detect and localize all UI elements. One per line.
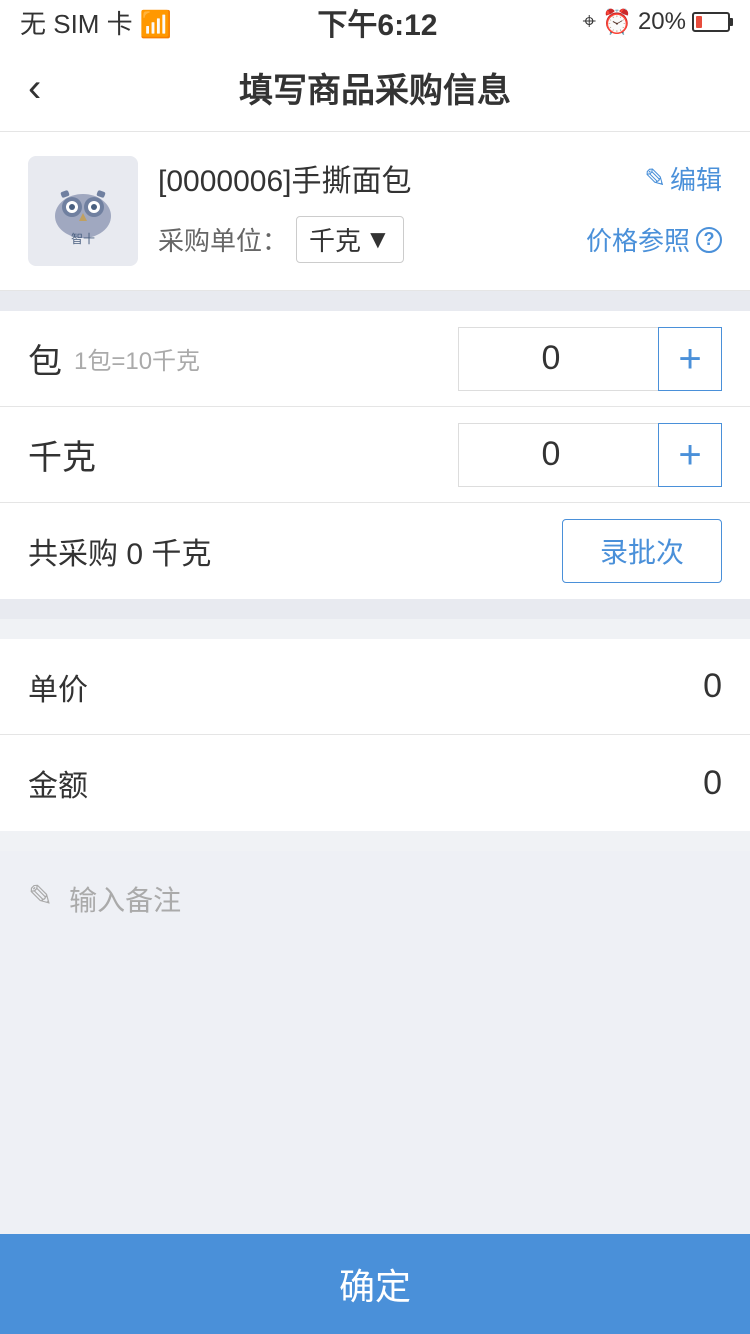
- unit-label: 采购单位：: [158, 221, 288, 258]
- kg-quantity-input[interactable]: [458, 423, 658, 487]
- product-card: 智十 [0000006]手撕面包 ✎ 编辑 采购单位： 千克 ▼ 价格参照 ?: [0, 132, 750, 291]
- unit-price-value: 0: [703, 667, 722, 706]
- location-icon: ⌖: [583, 8, 597, 36]
- svg-text:智十: 智十: [71, 231, 95, 246]
- kg-plus-button[interactable]: +: [658, 423, 722, 487]
- amount-value: 0: [703, 764, 722, 803]
- kg-input-row: 千克 +: [0, 407, 750, 503]
- product-name-row: [0000006]手撕面包 ✎ 编辑: [158, 156, 722, 200]
- unit-price-label: 单价: [28, 665, 88, 709]
- edit-button[interactable]: ✎ 编辑: [644, 160, 722, 197]
- unit-row: 采购单位： 千克 ▼ 价格参照 ?: [158, 216, 722, 263]
- pencil-icon: ✎: [28, 879, 53, 914]
- page-title: 填写商品采购信息: [239, 63, 511, 112]
- package-unit-label: 包: [28, 334, 62, 383]
- notes-section[interactable]: ✎ 输入备注: [0, 851, 750, 1011]
- product-info: [0000006]手撕面包 ✎ 编辑 采购单位： 千克 ▼ 价格参照 ?: [158, 156, 722, 263]
- section-divider-1: [0, 291, 750, 311]
- help-icon: ?: [696, 227, 722, 253]
- price-reference-button[interactable]: 价格参照 ?: [586, 221, 722, 258]
- product-name: [0000006]手撕面包: [158, 156, 411, 200]
- confirm-button[interactable]: 确定: [0, 1234, 750, 1334]
- unit-price-row: 单价 0: [0, 639, 750, 735]
- record-batch-button[interactable]: 录批次: [562, 519, 722, 583]
- status-icons: ⌖ ⏰ 20%: [583, 8, 730, 37]
- input-section: 包 1包=10千克 + 千克 + 共采购 0 千克 录批次: [0, 311, 750, 599]
- product-thumbnail: 智十: [28, 156, 138, 266]
- unit-select[interactable]: 千克 ▼: [296, 216, 404, 263]
- nav-bar: ‹ 填写商品采购信息: [0, 44, 750, 132]
- section-divider-2: [0, 599, 750, 619]
- package-input-row: 包 1包=10千克 +: [0, 311, 750, 407]
- confirm-label: 确定: [339, 1258, 411, 1310]
- battery-icon: [692, 12, 730, 32]
- chevron-down-icon: ▼: [365, 224, 391, 255]
- notes-placeholder: 输入备注: [69, 879, 181, 919]
- battery-percentage: 20%: [638, 8, 686, 36]
- total-label: 共采购 0 千克: [28, 529, 211, 573]
- back-button[interactable]: ‹: [28, 68, 41, 108]
- amount-row: 金额 0: [0, 735, 750, 831]
- alarm-icon: ⏰: [602, 8, 632, 37]
- total-row: 共采购 0 千克 录批次: [0, 503, 750, 599]
- status-bar: 无 SIM 卡 📶 下午6:12 ⌖ ⏰ 20%: [0, 0, 750, 44]
- price-info-section: 单价 0 金额 0: [0, 639, 750, 831]
- status-time: 下午6:12: [317, 0, 437, 44]
- package-quantity-input[interactable]: [458, 327, 658, 391]
- package-hint: 1包=10千克: [74, 341, 200, 376]
- status-carrier: 无 SIM 卡 📶: [20, 4, 172, 41]
- brand-logo: 智十: [43, 171, 123, 251]
- package-plus-button[interactable]: +: [658, 327, 722, 391]
- kg-unit-label: 千克: [28, 430, 96, 479]
- amount-label: 金额: [28, 761, 88, 805]
- edit-icon: ✎: [644, 163, 666, 194]
